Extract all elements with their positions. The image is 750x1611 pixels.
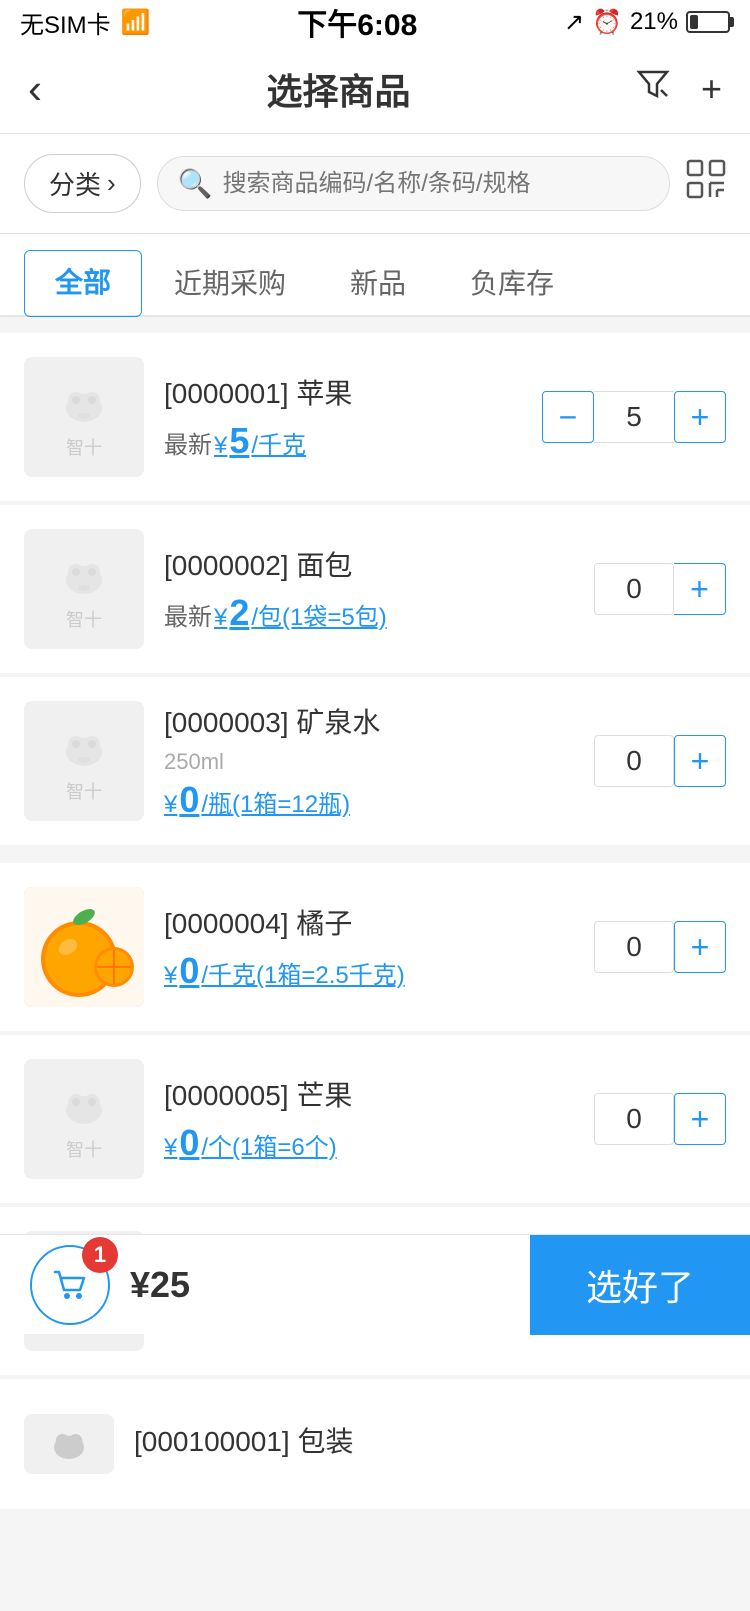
price-line: 最新 ¥ 5 /千克 [164,420,522,462]
product-image: 智十 [24,529,144,649]
search-icon: 🔍 [178,167,213,200]
status-carrier: 无SIM卡 📶 [20,5,151,40]
quantity-control: + [594,921,726,973]
increase-button[interactable]: + [674,921,726,973]
increase-button[interactable]: + [674,1093,726,1145]
confirm-button[interactable]: 选好了 [530,1235,750,1335]
battery-percent: 21% [630,8,678,36]
nav-actions: + [635,66,722,111]
increase-button[interactable]: + [674,563,726,615]
filter-bar: 分类 › 🔍 [0,134,750,234]
quantity-control: − + [542,391,726,443]
product-item: 智十 [0000003] 矿泉水 250ml ¥ 0 /瓶(1箱=12瓶) + [0,677,750,845]
product-image: 智十 [24,701,144,821]
price-line: ¥ 0 /个(1箱=6个) [164,1122,574,1164]
cart-area: 1 ¥25 [0,1245,530,1325]
battery-icon [686,11,730,33]
status-bar: 无SIM卡 📶 下午6:08 ↗ ⏰ 21% [0,0,750,44]
product-image: 智十 [24,357,144,477]
decrease-button[interactable]: − [542,391,594,443]
back-button[interactable]: ‹ [28,65,42,113]
product-image [24,887,144,1007]
tab-recent[interactable]: 近期采购 [142,250,318,317]
product-info: [0000004] 橘子 ¥ 0 /千克(1箱=2.5千克) [164,902,574,992]
product-name: [0000001] 苹果 [164,372,522,412]
quantity-input[interactable] [594,735,674,787]
product-item: 智十 [0000001] 苹果 最新 ¥ 5 /千克 − + [0,333,750,501]
price-line: 最新 ¥ 2 /包(1袋=5包) [164,592,574,634]
status-right: ↗ ⏰ 21% [564,8,730,37]
quantity-control: + [594,735,726,787]
chevron-right-icon: › [107,168,116,199]
product-info: [000100001] 包装 [134,1420,726,1468]
nav-bar: ‹ 选择商品 + [0,44,750,134]
product-image: 智十 [24,1059,144,1179]
product-image [24,1414,114,1474]
scan-icon[interactable] [686,159,726,208]
product-item: [000100001] 包装 [0,1379,750,1509]
product-item: 智十 [0000005] 芒果 ¥ 0 /个(1箱=6个) + [0,1035,750,1203]
price-line: ¥ 0 /千克(1箱=2.5千克) [164,950,574,992]
quantity-control: + [594,563,726,615]
quantity-input[interactable] [594,1093,674,1145]
add-icon[interactable]: + [701,68,722,110]
product-name: [0000003] 矿泉水 [164,701,574,741]
tab-negative[interactable]: 负库存 [438,250,586,317]
product-name: [0000002] 面包 [164,544,574,584]
location-icon: ↗ [564,8,584,37]
quantity-control: + [594,1093,726,1145]
increase-button[interactable]: + [674,735,726,787]
search-input[interactable] [223,170,649,198]
product-name: [000100001] 包装 [134,1420,726,1460]
product-name: [0000004] 橘子 [164,902,574,942]
tab-new[interactable]: 新品 [318,250,438,317]
quantity-input[interactable] [594,921,674,973]
filter-icon[interactable] [635,66,671,111]
cart-button[interactable]: 1 [30,1245,110,1325]
product-item: 智十 [0000002] 面包 最新 ¥ 2 /包(1袋=5包) + [0,505,750,673]
quantity-input[interactable] [594,563,674,615]
bottom-bar: 1 ¥25 选好了 [0,1234,750,1334]
search-container: 🔍 [157,156,670,211]
nav-title: 选择商品 [266,63,410,115]
tab-all[interactable]: 全部 [24,250,142,317]
product-info: [0000005] 芒果 ¥ 0 /个(1箱=6个) [164,1074,574,1164]
cart-badge: 1 [82,1237,118,1273]
tab-bar: 全部 近期采购 新品 负库存 [0,234,750,317]
product-info: [0000002] 面包 最新 ¥ 2 /包(1袋=5包) [164,544,574,634]
status-time: 下午6:08 [297,0,417,44]
product-spec: 250ml [164,749,574,775]
product-info: [0000001] 苹果 最新 ¥ 5 /千克 [164,372,522,462]
product-info: [0000003] 矿泉水 250ml ¥ 0 /瓶(1箱=12瓶) [164,701,574,821]
increase-button[interactable]: + [674,391,726,443]
category-filter-button[interactable]: 分类 › [24,154,141,213]
product-item: [0000004] 橘子 ¥ 0 /千克(1箱=2.5千克) + [0,863,750,1031]
wifi-icon: 📶 [121,8,151,37]
alarm-icon: ⏰ [592,8,622,37]
price-line: ¥ 0 /瓶(1箱=12瓶) [164,779,574,821]
product-name: [0000005] 芒果 [164,1074,574,1114]
quantity-input[interactable] [594,391,674,443]
cart-total: ¥25 [130,1264,190,1306]
